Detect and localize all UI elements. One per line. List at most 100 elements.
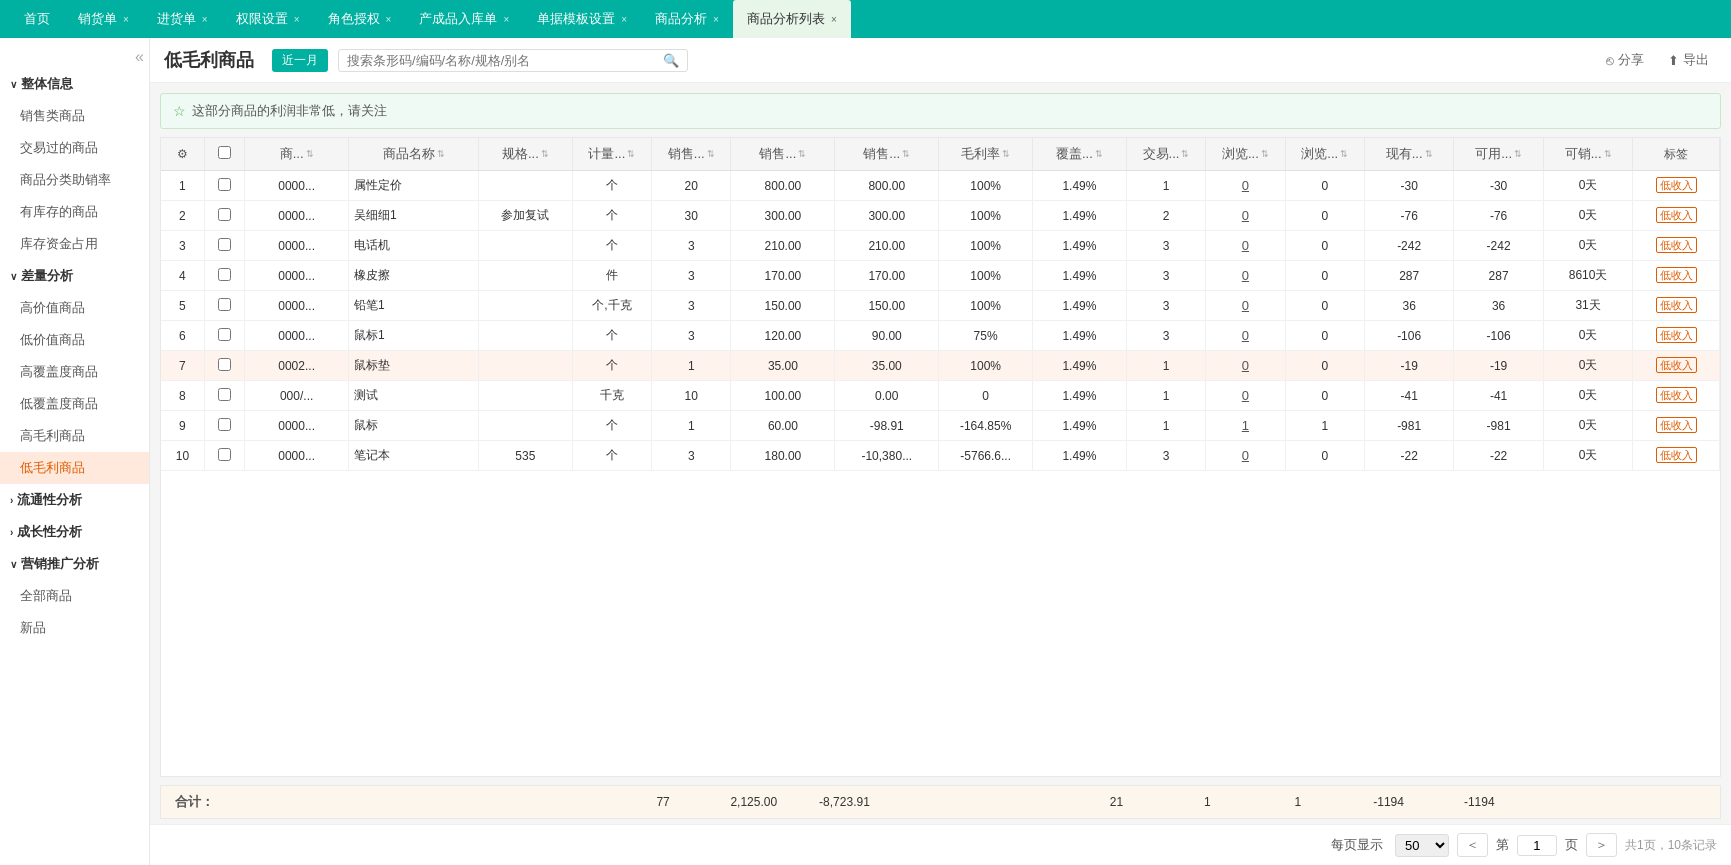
export-btn[interactable]: ⬆ 导出 xyxy=(1660,48,1717,72)
row-checkbox[interactable] xyxy=(218,178,231,191)
th-browse1[interactable]: 浏览...⇅ xyxy=(1206,138,1285,171)
cell-browse1[interactable]: 0 xyxy=(1206,291,1285,321)
th-name[interactable]: 商品名称⇅ xyxy=(349,138,479,171)
nav-close-permissions[interactable]: × xyxy=(294,14,300,25)
nav-close-roles[interactable]: × xyxy=(386,14,392,25)
sidebar-item-low-value[interactable]: 低价值商品 xyxy=(0,324,149,356)
cell-browse1[interactable]: 0 xyxy=(1206,201,1285,231)
th-settings[interactable]: ⚙ xyxy=(161,138,204,171)
cell-name[interactable]: 测试 xyxy=(349,381,479,411)
cell-browse1[interactable]: 1 xyxy=(1206,411,1285,441)
sidebar-group-circulation-title[interactable]: › 流通性分析 xyxy=(0,484,149,516)
page-input[interactable] xyxy=(1517,835,1557,856)
cell-browse1[interactable]: 0 xyxy=(1206,351,1285,381)
cell-browse1[interactable]: 0 xyxy=(1206,261,1285,291)
th-code[interactable]: 商...⇅ xyxy=(245,138,349,171)
th-unit[interactable]: 计量...⇅ xyxy=(572,138,651,171)
next-page-btn[interactable]: ＞ xyxy=(1586,833,1617,857)
sidebar-item-high-value[interactable]: 高价值商品 xyxy=(0,292,149,324)
nav-close-purchase[interactable]: × xyxy=(202,14,208,25)
row-checkbox[interactable] xyxy=(218,268,231,281)
cell-name[interactable]: 鼠标垫 xyxy=(349,351,479,381)
cell-browse1[interactable]: 0 xyxy=(1206,381,1285,411)
nav-roles[interactable]: 角色授权 × xyxy=(314,0,406,38)
th-spec[interactable]: 规格...⇅ xyxy=(478,138,572,171)
sidebar-item-in-stock[interactable]: 有库存的商品 xyxy=(0,196,149,228)
sidebar-item-new-products[interactable]: 新品 xyxy=(0,612,149,644)
sidebar-item-sales-products[interactable]: 销售类商品 xyxy=(0,100,149,132)
sidebar-item-traded-products[interactable]: 交易过的商品 xyxy=(0,132,149,164)
cell-browse1[interactable]: 0 xyxy=(1206,171,1285,201)
nav-close-sales[interactable]: × xyxy=(123,14,129,25)
search-icon[interactable]: 🔍 xyxy=(663,53,679,68)
sidebar-item-high-coverage[interactable]: 高覆盖度商品 xyxy=(0,356,149,388)
th-available[interactable]: 可用...⇅ xyxy=(1454,138,1543,171)
row-checkbox[interactable] xyxy=(218,358,231,371)
th-gross[interactable]: 毛利率⇅ xyxy=(939,138,1033,171)
cell-name[interactable]: 铅笔1 xyxy=(349,291,479,321)
th-tag[interactable]: 标签 xyxy=(1633,138,1720,171)
th-sales-qty[interactable]: 销售...⇅ xyxy=(652,138,731,171)
sidebar-item-low-coverage[interactable]: 低覆盖度商品 xyxy=(0,388,149,420)
nav-home[interactable]: 首页 xyxy=(10,0,64,38)
nav-close-product-analysis[interactable]: × xyxy=(713,14,719,25)
nav-close-product-analysis-list[interactable]: × xyxy=(831,14,837,25)
sidebar-item-all-products[interactable]: 全部商品 xyxy=(0,580,149,612)
sidebar-group-differential-title[interactable]: ∨ 差量分析 xyxy=(0,260,149,292)
sidebar-item-low-margin[interactable]: 低毛利商品 xyxy=(0,452,149,484)
row-checkbox[interactable] xyxy=(218,298,231,311)
prev-page-btn[interactable]: ＜ xyxy=(1457,833,1488,857)
th-browse2[interactable]: 浏览...⇅ xyxy=(1285,138,1364,171)
cell-check[interactable] xyxy=(204,441,244,471)
cell-name[interactable]: 属性定价 xyxy=(349,171,479,201)
share-btn[interactable]: ⎋ 分享 xyxy=(1598,48,1652,72)
row-checkbox[interactable] xyxy=(218,328,231,341)
cell-browse1[interactable]: 0 xyxy=(1206,441,1285,471)
cell-check[interactable] xyxy=(204,231,244,261)
select-all-checkbox[interactable] xyxy=(218,146,231,159)
sidebar-item-category-assist[interactable]: 商品分类助销率 xyxy=(0,164,149,196)
nav-product-entry[interactable]: 产成品入库单 × xyxy=(405,0,523,38)
cell-name[interactable]: 鼠标1 xyxy=(349,321,479,351)
th-sales-profit[interactable]: 销售...⇅ xyxy=(835,138,939,171)
table-wrapper[interactable]: ⚙ 商...⇅ 商品名称⇅ 规格...⇅ 计量...⇅ 销售...⇅ 销售...… xyxy=(160,137,1721,777)
cell-check[interactable] xyxy=(204,261,244,291)
nav-sales-order[interactable]: 销货单 × xyxy=(64,0,143,38)
cell-check[interactable] xyxy=(204,381,244,411)
sidebar-group-marketing-title[interactable]: ∨ 营销推广分析 xyxy=(0,548,149,580)
row-checkbox[interactable] xyxy=(218,418,231,431)
nav-close-product-entry[interactable]: × xyxy=(503,14,509,25)
cell-name[interactable]: 橡皮擦 xyxy=(349,261,479,291)
cell-check[interactable] xyxy=(204,171,244,201)
page-size-select[interactable]: 50 20 100 xyxy=(1395,834,1449,857)
nav-close-template[interactable]: × xyxy=(621,14,627,25)
row-checkbox[interactable] xyxy=(218,208,231,221)
sidebar-item-capital[interactable]: 库存资金占用 xyxy=(0,228,149,260)
nav-purchase-order[interactable]: 进货单 × xyxy=(143,0,222,38)
cell-check[interactable] xyxy=(204,201,244,231)
th-saleable[interactable]: 可销...⇅ xyxy=(1543,138,1632,171)
row-checkbox[interactable] xyxy=(218,238,231,251)
nav-product-analysis[interactable]: 商品分析 × xyxy=(641,0,733,38)
nav-permissions[interactable]: 权限设置 × xyxy=(222,0,314,38)
filter-recent-month-btn[interactable]: 近一月 xyxy=(272,49,328,72)
row-checkbox[interactable] xyxy=(218,448,231,461)
sidebar-group-overall-title[interactable]: ∨ 整体信息 xyxy=(0,68,149,100)
sidebar-item-high-margin[interactable]: 高毛利商品 xyxy=(0,420,149,452)
cell-browse1[interactable]: 0 xyxy=(1206,321,1285,351)
cell-name[interactable]: 电话机 xyxy=(349,231,479,261)
cell-check[interactable] xyxy=(204,291,244,321)
row-checkbox[interactable] xyxy=(218,388,231,401)
th-current[interactable]: 现有...⇅ xyxy=(1364,138,1453,171)
cell-name[interactable]: 鼠标 xyxy=(349,411,479,441)
nav-product-analysis-list[interactable]: 商品分析列表 × xyxy=(733,0,851,38)
cell-name[interactable]: 笔记本 xyxy=(349,441,479,471)
cell-check[interactable] xyxy=(204,321,244,351)
th-trade[interactable]: 交易...⇅ xyxy=(1126,138,1205,171)
sidebar-group-growth-title[interactable]: › 成长性分析 xyxy=(0,516,149,548)
sidebar-collapse-btn[interactable]: « xyxy=(130,46,149,68)
cell-browse1[interactable]: 0 xyxy=(1206,231,1285,261)
cell-check[interactable] xyxy=(204,351,244,381)
nav-template-settings[interactable]: 单据模板设置 × xyxy=(523,0,641,38)
cell-check[interactable] xyxy=(204,411,244,441)
